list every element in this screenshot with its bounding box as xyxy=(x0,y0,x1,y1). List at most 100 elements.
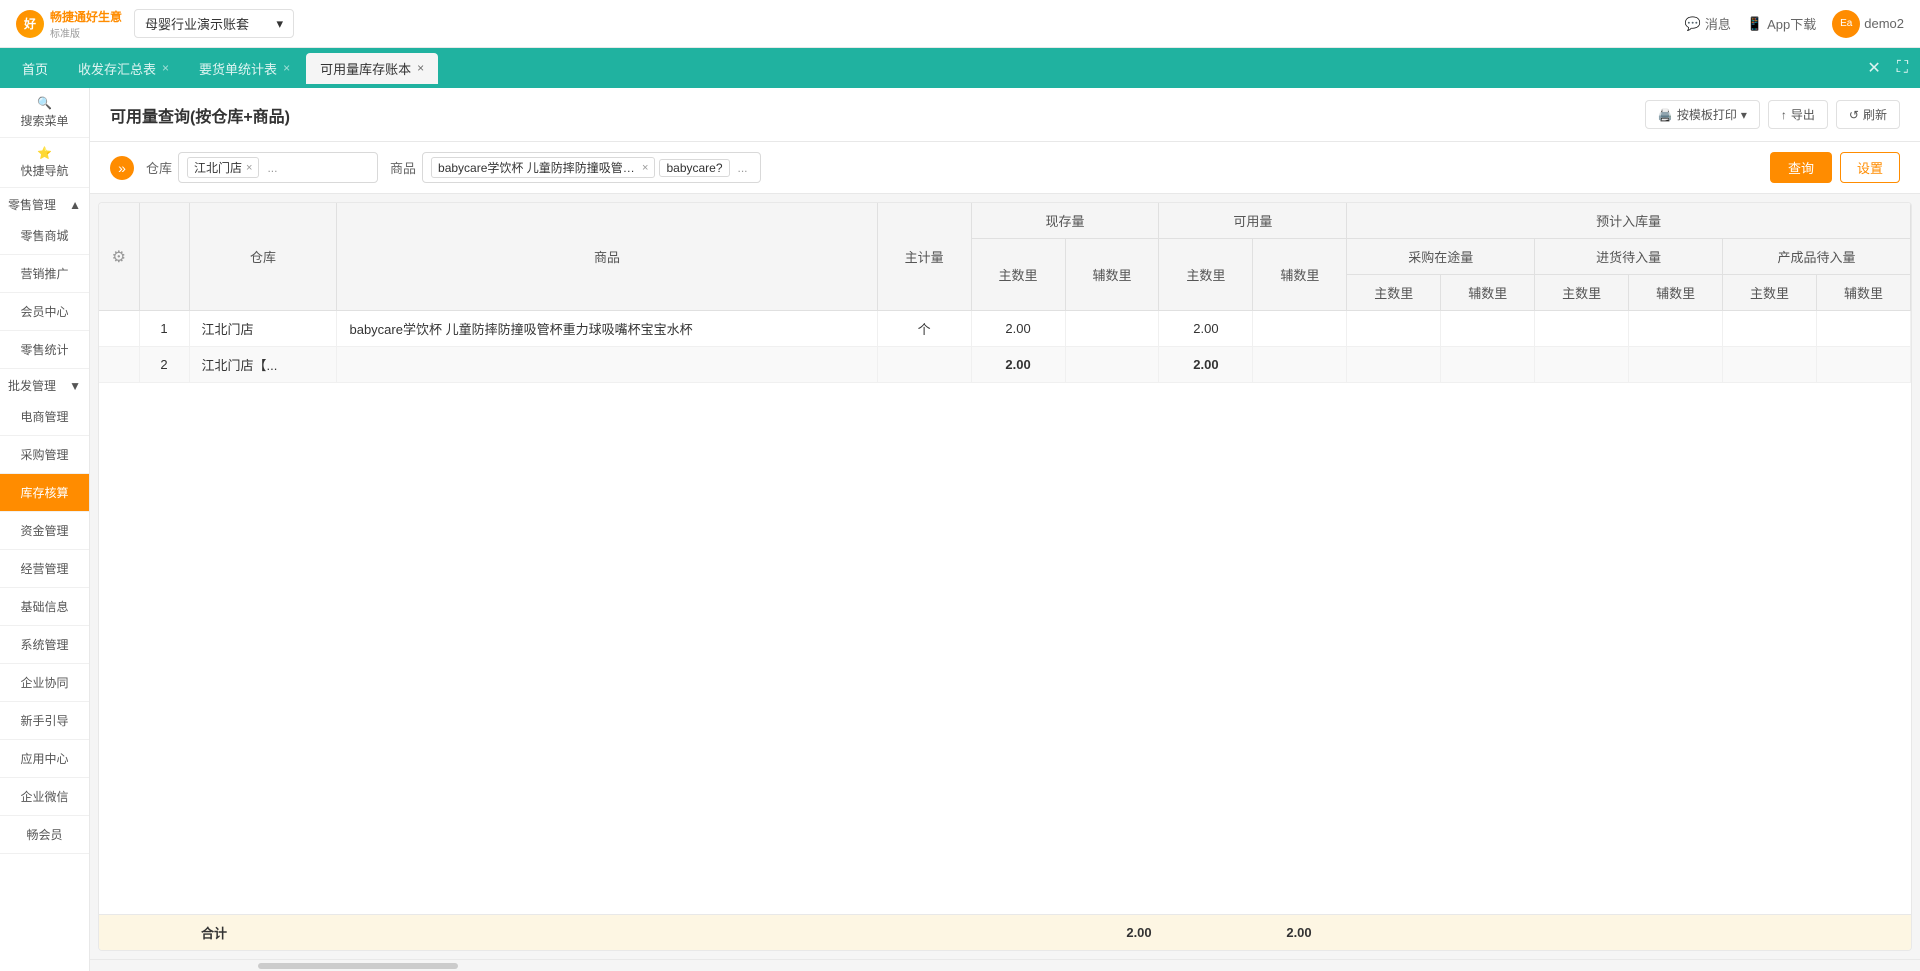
sidebar-item-finance[interactable]: 资金管理 xyxy=(0,512,89,550)
cell-finished-main xyxy=(1723,311,1817,347)
product-ellipsis[interactable]: ... xyxy=(734,161,752,175)
sidebar-item-inventory[interactable]: 库存核算 xyxy=(0,474,89,512)
chevron-icon: ▼ xyxy=(69,379,81,393)
th-avail-main: 主数里 xyxy=(1159,239,1253,311)
refresh-button[interactable]: ↺ 刷新 xyxy=(1836,100,1900,129)
th-settings: ⚙ xyxy=(99,203,139,311)
cell-finished-aux xyxy=(1817,347,1911,383)
tab-home[interactable]: 首页 xyxy=(8,53,62,84)
logo-icon: 好 xyxy=(16,10,44,38)
message-icon: 💬 xyxy=(1685,16,1701,32)
cell-checkbox xyxy=(99,347,139,383)
sidebar-item-members[interactable]: 会员中心 xyxy=(0,293,89,331)
th-available: 可用量 xyxy=(1159,203,1347,239)
cell-warehouse: 江北门店【... xyxy=(189,347,337,383)
expand-icon[interactable]: ⛶ xyxy=(1893,55,1912,81)
th-unit: 主计量 xyxy=(877,203,971,311)
home-label: 首页 xyxy=(22,59,48,78)
footer-label: 合计 xyxy=(201,923,301,942)
sidebar-item-search-menu[interactable]: 🔍 搜索菜单 xyxy=(0,88,89,138)
th-purchase-onway-aux: 辅数里 xyxy=(1441,275,1535,311)
industry-selector[interactable]: 母婴行业演示账套 ▾ xyxy=(134,9,294,38)
footer-empty-1 xyxy=(111,923,151,942)
logo-area: 好 畅捷通好生意 标准版 xyxy=(16,8,122,40)
tab-close-icon[interactable]: × xyxy=(162,61,169,75)
warehouse-input[interactable]: 江北门店 × ... xyxy=(178,152,378,183)
cell-pending-in-main xyxy=(1535,347,1629,383)
sidebar-item-newbie[interactable]: 新手引导 xyxy=(0,702,89,740)
th-finished-pending: 产成品待入量 xyxy=(1723,239,1911,275)
sidebar-item-marketing[interactable]: 营销推广 xyxy=(0,255,89,293)
tab-available-inventory[interactable]: 可用量库存账本 × xyxy=(306,53,438,84)
th-purchase-onway-main: 主数里 xyxy=(1347,275,1441,311)
product-tag-1: babycare学饮杯 儿童防摔防撞吸管杯重力球吸嘴杯宝宝水杯 × xyxy=(431,157,655,178)
warehouse-ellipsis[interactable]: ... xyxy=(263,161,281,175)
sidebar-item-purchase[interactable]: 采购管理 xyxy=(0,436,89,474)
th-finished-aux: 辅数里 xyxy=(1817,275,1911,311)
footer-purchase-aux xyxy=(1499,923,1579,942)
table-row: 1 江北门店 babycare学饮杯 儿童防摔防撞吸管杯重力球吸嘴杯宝宝水杯 个… xyxy=(99,311,1911,347)
th-finished-main: 主数里 xyxy=(1723,275,1817,311)
filter-toggle-button[interactable]: » xyxy=(110,156,134,180)
cell-product xyxy=(337,347,877,383)
sidebar-item-enterprise[interactable]: 企业协同 xyxy=(0,664,89,702)
tab-close-icon[interactable]: × xyxy=(283,61,290,75)
th-num xyxy=(139,203,189,311)
sidebar-item-app-center[interactable]: 应用中心 xyxy=(0,740,89,778)
sidebar-item-quick-nav[interactable]: ⭐ 快捷导航 xyxy=(0,138,89,188)
cell-avail-main: 2.00 xyxy=(1159,347,1253,383)
logo-text: 畅捷通好生意 标准版 xyxy=(50,8,122,40)
nav-tabs: 首页 收发存汇总表 × 要货单统计表 × 可用量库存账本 × ✕ ⛶ xyxy=(0,48,1920,88)
cell-purchase-onway-main xyxy=(1347,347,1441,383)
footer-finished-aux xyxy=(1819,923,1899,942)
sidebar-item-member[interactable]: 畅会员 xyxy=(0,816,89,854)
export-icon: ↑ xyxy=(1781,108,1787,122)
th-product: 商品 xyxy=(337,203,877,311)
tab-close-icon[interactable]: × xyxy=(417,61,424,75)
th-stock: 现存量 xyxy=(971,203,1159,239)
warehouse-tag: 江北门店 × xyxy=(187,157,259,178)
settings-gear-icon[interactable]: ⚙ xyxy=(112,249,126,266)
tag-close-icon[interactable]: × xyxy=(642,162,648,174)
query-button[interactable]: 查询 xyxy=(1770,152,1832,183)
print-icon: 🖨️ xyxy=(1658,108,1673,122)
close-all-tabs-icon[interactable]: ✕ xyxy=(1863,54,1884,82)
refresh-icon: ↺ xyxy=(1849,108,1859,122)
product-input[interactable]: babycare学饮杯 儿童防摔防撞吸管杯重力球吸嘴杯宝宝水杯 × babyca… xyxy=(422,152,761,183)
footer-pending-main xyxy=(1579,923,1659,942)
table-wrapper: ⚙ 仓库 商品 主计量 现存量 可用量 预计入库量 主数里 辅数 xyxy=(99,203,1911,914)
sidebar-item-ecommerce[interactable]: 电商管理 xyxy=(0,398,89,436)
print-button[interactable]: 🖨️ 按模板打印 ▾ xyxy=(1645,100,1760,129)
horizontal-scrollbar xyxy=(90,959,1920,971)
user-profile[interactable]: Ea demo2 xyxy=(1832,10,1904,38)
bookmark-icon: ⭐ xyxy=(37,146,52,160)
top-bar-right: 💬 消息 📱 App下载 Ea demo2 xyxy=(1685,10,1904,38)
tab-order-stats[interactable]: 要货单统计表 × xyxy=(185,53,304,84)
sidebar-item-retail-stats[interactable]: 零售统计 xyxy=(0,331,89,369)
app-download-button[interactable]: 📱 App下载 xyxy=(1747,14,1816,33)
th-pending-in-aux: 辅数里 xyxy=(1629,275,1723,311)
tab-receipt-summary[interactable]: 收发存汇总表 × xyxy=(64,53,183,84)
sidebar-item-system[interactable]: 系统管理 xyxy=(0,626,89,664)
footer-empty-product xyxy=(301,923,1019,942)
table-footer: 合计 2.00 2.00 xyxy=(99,914,1911,950)
page-header: 可用量查询(按仓库+商品) 🖨️ 按模板打印 ▾ ↑ 导出 ↺ 刷新 xyxy=(90,88,1920,142)
message-button[interactable]: 💬 消息 xyxy=(1685,14,1731,33)
cell-purchase-onway-aux xyxy=(1441,311,1535,347)
sidebar-item-enterprise-wechat[interactable]: 企业微信 xyxy=(0,778,89,816)
footer-avail-main: 2.00 xyxy=(1259,923,1339,942)
sidebar-item-basic-info[interactable]: 基础信息 xyxy=(0,588,89,626)
footer-avail-aux xyxy=(1339,923,1419,942)
cell-finished-main xyxy=(1723,347,1817,383)
sidebar-item-retail-mall[interactable]: 零售商城 xyxy=(0,217,89,255)
main-layout: 🔍 搜索菜单 ⭐ 快捷导航 零售管理 ▲ 零售商城 营销推广 会员中心 零售统计… xyxy=(0,88,1920,971)
sidebar-section-retail[interactable]: 零售管理 ▲ xyxy=(0,188,89,217)
settings-button[interactable]: 设置 xyxy=(1840,152,1900,183)
cell-avail-aux xyxy=(1253,347,1347,383)
export-button[interactable]: ↑ 导出 xyxy=(1768,100,1828,129)
header-actions: 🖨️ 按模板打印 ▾ ↑ 导出 ↺ 刷新 xyxy=(1645,100,1900,129)
content-area: 可用量查询(按仓库+商品) 🖨️ 按模板打印 ▾ ↑ 导出 ↺ 刷新 xyxy=(90,88,1920,971)
sidebar-item-operations[interactable]: 经营管理 xyxy=(0,550,89,588)
tag-close-icon[interactable]: × xyxy=(246,162,252,174)
sidebar-section-wholesale[interactable]: 批发管理 ▼ xyxy=(0,369,89,398)
